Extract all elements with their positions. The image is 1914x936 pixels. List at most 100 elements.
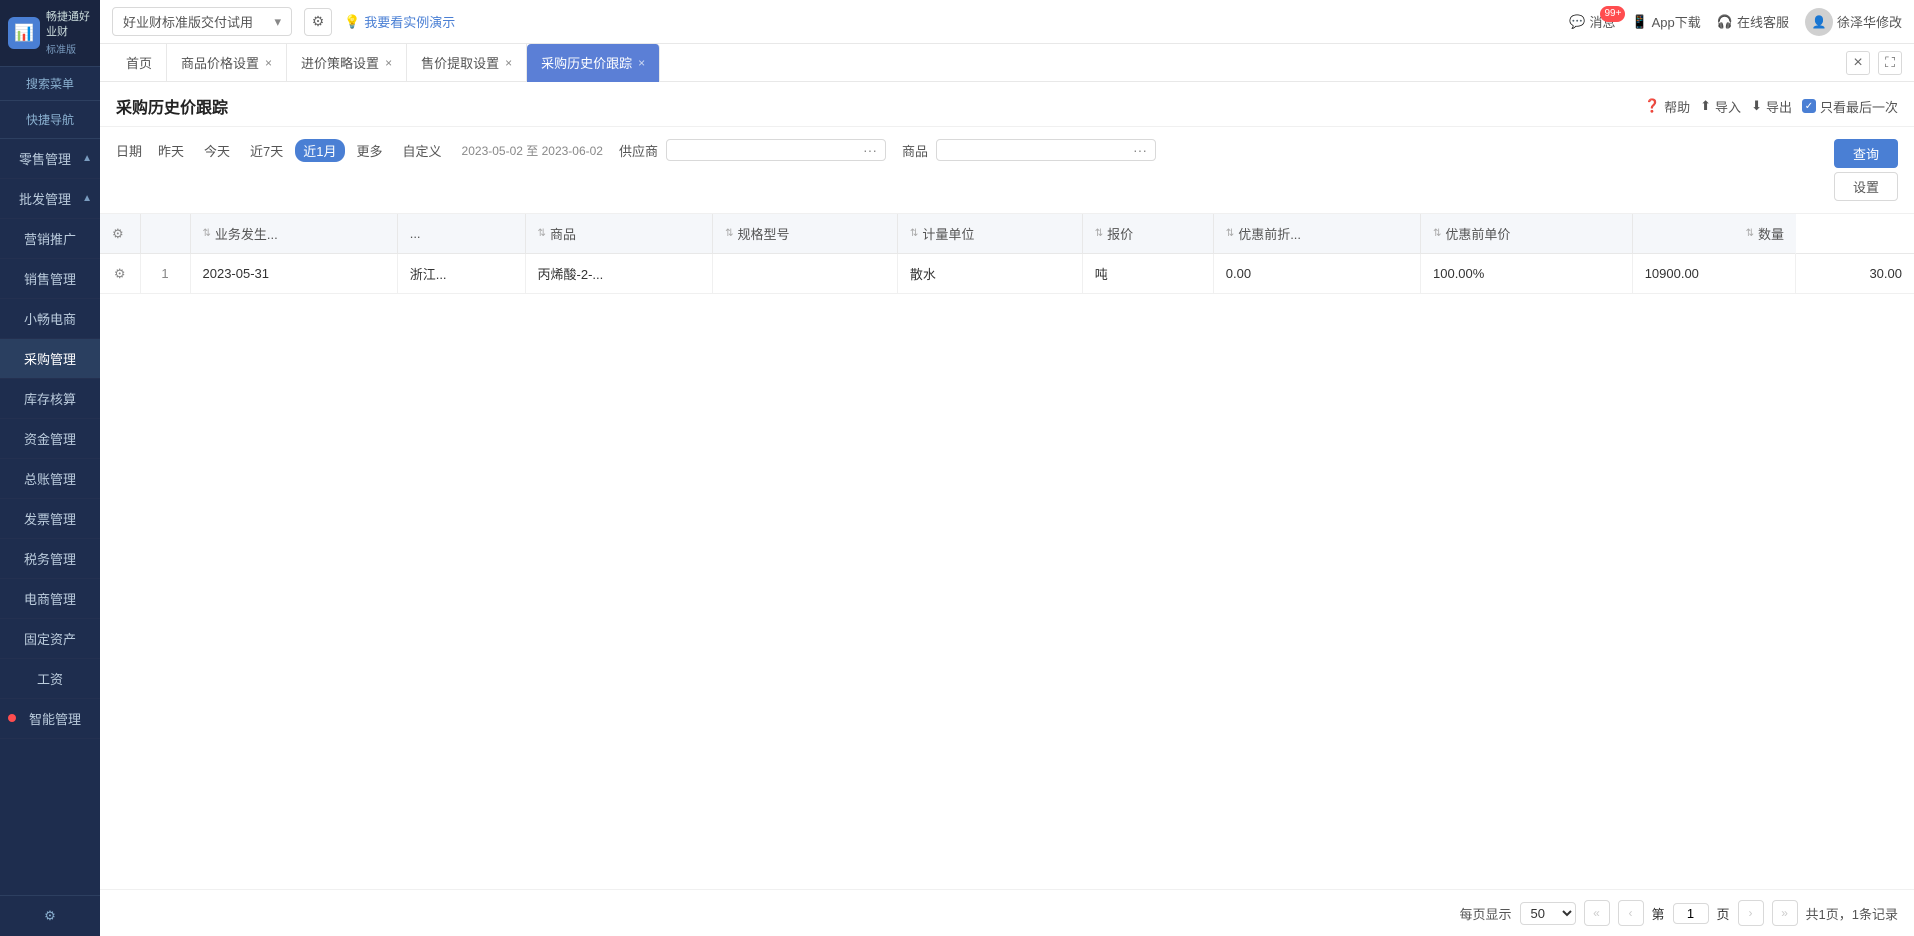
sidebar-item-payroll[interactable]: 工资 [0,659,100,699]
row-qty-cell: 30.00 [1796,254,1914,294]
help-btn[interactable]: ❓ 帮助 [1644,97,1690,116]
col-discount[interactable]: ⇅ 优惠前折... [1213,214,1420,254]
row-spec-cell [713,254,898,294]
tab-extract-close[interactable]: × [505,56,512,70]
tab-strategy-close[interactable]: × [385,56,392,70]
last-page-btn[interactable]: » [1772,900,1798,926]
sidebar-item-invoice[interactable]: 发票管理 [0,499,100,539]
app-name: 畅捷通好业财 [46,10,92,41]
checkbox-icon: ✓ [1802,99,1816,113]
goods-filter-label: 商品 [902,141,928,160]
date-option-today[interactable]: 今天 [196,139,238,162]
sidebar-item-ecommerce[interactable]: 小畅电商 [0,299,100,339]
sidebar-item-purchase[interactable]: 采购管理 [0,339,100,379]
sidebar-item-ec-mgmt[interactable]: 电商管理 [0,579,100,619]
pagination: 每页显示 50 100 200 « ‹ 第 页 › » 共1页，1条记录 [100,889,1914,936]
col-price[interactable]: ⇅ 报价 [1082,214,1213,254]
topbar-settings-btn[interactable]: ⚙ [304,8,332,36]
settings-btn[interactable]: 设置 [1834,172,1898,201]
qty-sort-icon[interactable]: ⇅ [1746,228,1754,239]
sidebar-item-sales[interactable]: 销售管理 [0,259,100,299]
date-option-more[interactable]: 更多 [349,139,391,162]
topbar-demo-btn[interactable]: 💡 我要看实例演示 [344,12,455,31]
first-page-btn[interactable]: « [1584,900,1610,926]
dropdown-chevron-icon: ▾ [274,14,281,30]
tab-extract[interactable]: 售价提取设置 × [407,44,527,82]
sidebar-item-inventory[interactable]: 库存核算 [0,379,100,419]
export-btn[interactable]: ⬇ 导出 [1751,97,1792,116]
sidebar-item-finance[interactable]: 资金管理 [0,419,100,459]
tabbar-expand-btn[interactable]: ⛶ [1878,51,1902,75]
sidebar-item-ledger[interactable]: 总账管理 [0,459,100,499]
sidebar-search[interactable]: 搜索菜单 [0,67,100,101]
per-page-label: 每页显示 [1459,904,1511,923]
page-input[interactable] [1673,903,1709,924]
row-supplier-cell: 浙江... [397,254,525,294]
tab-history[interactable]: 采购历史价跟踪 × [527,44,660,82]
sort-asc-icon[interactable]: ⇅ [203,228,211,239]
spec-sort-icon[interactable]: ⇅ [725,228,733,239]
col-dots[interactable]: ... [397,214,525,254]
topbar-message-btn[interactable]: 💬 消息 99+ [1569,12,1615,31]
goods-input-wrap: ··· [936,139,1156,161]
next-page-btn[interactable]: › [1738,900,1764,926]
sidebar-item-retail[interactable]: 零售管理 ▲ [0,139,100,179]
sidebar-item-fixed-assets[interactable]: 固定资产 [0,619,100,659]
supplier-dots-btn[interactable]: ··· [863,142,877,158]
pre-price-sort-icon[interactable]: ⇅ [1433,228,1441,239]
prev-page-btn[interactable]: ‹ [1618,900,1644,926]
query-btn[interactable]: 查询 [1834,139,1898,168]
supplier-input[interactable] [675,143,863,158]
col-gear[interactable]: ⚙ [100,214,140,254]
date-options: 昨天 今天 近7天 近1月 更多 自定义 [150,139,450,162]
date-range-display: 2023-05-02 至 2023-06-02 [462,142,603,159]
date-option-last7[interactable]: 近7天 [242,139,291,162]
sidebar-item-tax[interactable]: 税务管理 [0,539,100,579]
col-spec[interactable]: ⇅ 规格型号 [713,214,898,254]
col-pre-price[interactable]: ⇅ 优惠前单价 [1421,214,1633,254]
col-qty[interactable]: ⇅ 数量 [1632,214,1796,254]
tab-strategy[interactable]: 进价策略设置 × [287,44,407,82]
topbar-version-dropdown[interactable]: 好业财标准版交付试用 ▾ [112,7,292,36]
goods-input[interactable] [945,143,1133,158]
col-unit[interactable]: ⇅ 计量单位 [897,214,1082,254]
sidebar-item-wholesale[interactable]: 批发管理 ▲ [0,179,100,219]
topbar-user-btn[interactable]: 👤 徐泽华修改 [1805,8,1902,36]
sidebar-settings[interactable]: ⚙ [0,895,100,936]
col-date[interactable]: ⇅ 业务发生... [190,214,397,254]
unit-sort-icon[interactable]: ⇅ [910,228,918,239]
tab-price-close[interactable]: × [265,56,272,70]
tab-price[interactable]: 商品价格设置 × [167,44,287,82]
per-page-select[interactable]: 50 100 200 [1520,902,1576,925]
topbar-online-service-btn[interactable]: 🎧 在线客服 [1717,12,1789,31]
date-option-last1m[interactable]: 近1月 [295,139,344,162]
app-version: 标准版 [46,41,92,56]
table-row: ⚙ 1 2023-05-31 浙江... 丙烯酸-2-... 散水 吨 0.00… [100,254,1914,294]
table-body: ⚙ 1 2023-05-31 浙江... 丙烯酸-2-... 散水 吨 0.00… [100,254,1914,294]
sidebar-quick-nav-item[interactable]: 快捷导航 [0,105,100,134]
sidebar-item-smart-mgmt[interactable]: 智能管理 [0,699,100,739]
import-btn[interactable]: ⬆ 导入 [1700,97,1741,116]
price-sort-icon[interactable]: ⇅ [1095,228,1103,239]
app-logo-icon: 📊 [8,17,40,49]
row-gear-cell[interactable]: ⚙ [100,254,140,294]
demo-icon: 💡 [344,14,360,30]
topbar-app-download-btn[interactable]: 📱 App下载 [1631,12,1700,31]
goods-dots-btn[interactable]: ··· [1133,142,1147,158]
goods-sort-icon[interactable]: ⇅ [538,228,546,239]
date-option-yesterday[interactable]: 昨天 [150,139,192,162]
only-last-checkbox[interactable]: ✓ 只看最后一次 [1802,97,1898,116]
topbar-right: 💬 消息 99+ 📱 App下载 🎧 在线客服 👤 徐泽华修改 [1569,8,1902,36]
tab-history-close[interactable]: × [638,56,645,70]
tabbar-close-all-btn[interactable]: × [1846,51,1870,75]
page-unit: 页 [1717,904,1730,923]
tab-home[interactable]: 首页 [112,44,167,82]
message-badge: 99+ [1600,6,1625,22]
col-num [140,214,190,254]
sidebar-logo: 📊 畅捷通好业财 标准版 [0,0,100,67]
page-header-actions: ❓ 帮助 ⬆ 导入 ⬇ 导出 ✓ 只看最后一次 [1644,97,1898,116]
col-goods[interactable]: ⇅ 商品 [525,214,713,254]
discount-sort-icon[interactable]: ⇅ [1226,228,1234,239]
sidebar-item-marketing[interactable]: 营销推广 [0,219,100,259]
date-option-custom[interactable]: 自定义 [395,139,450,162]
